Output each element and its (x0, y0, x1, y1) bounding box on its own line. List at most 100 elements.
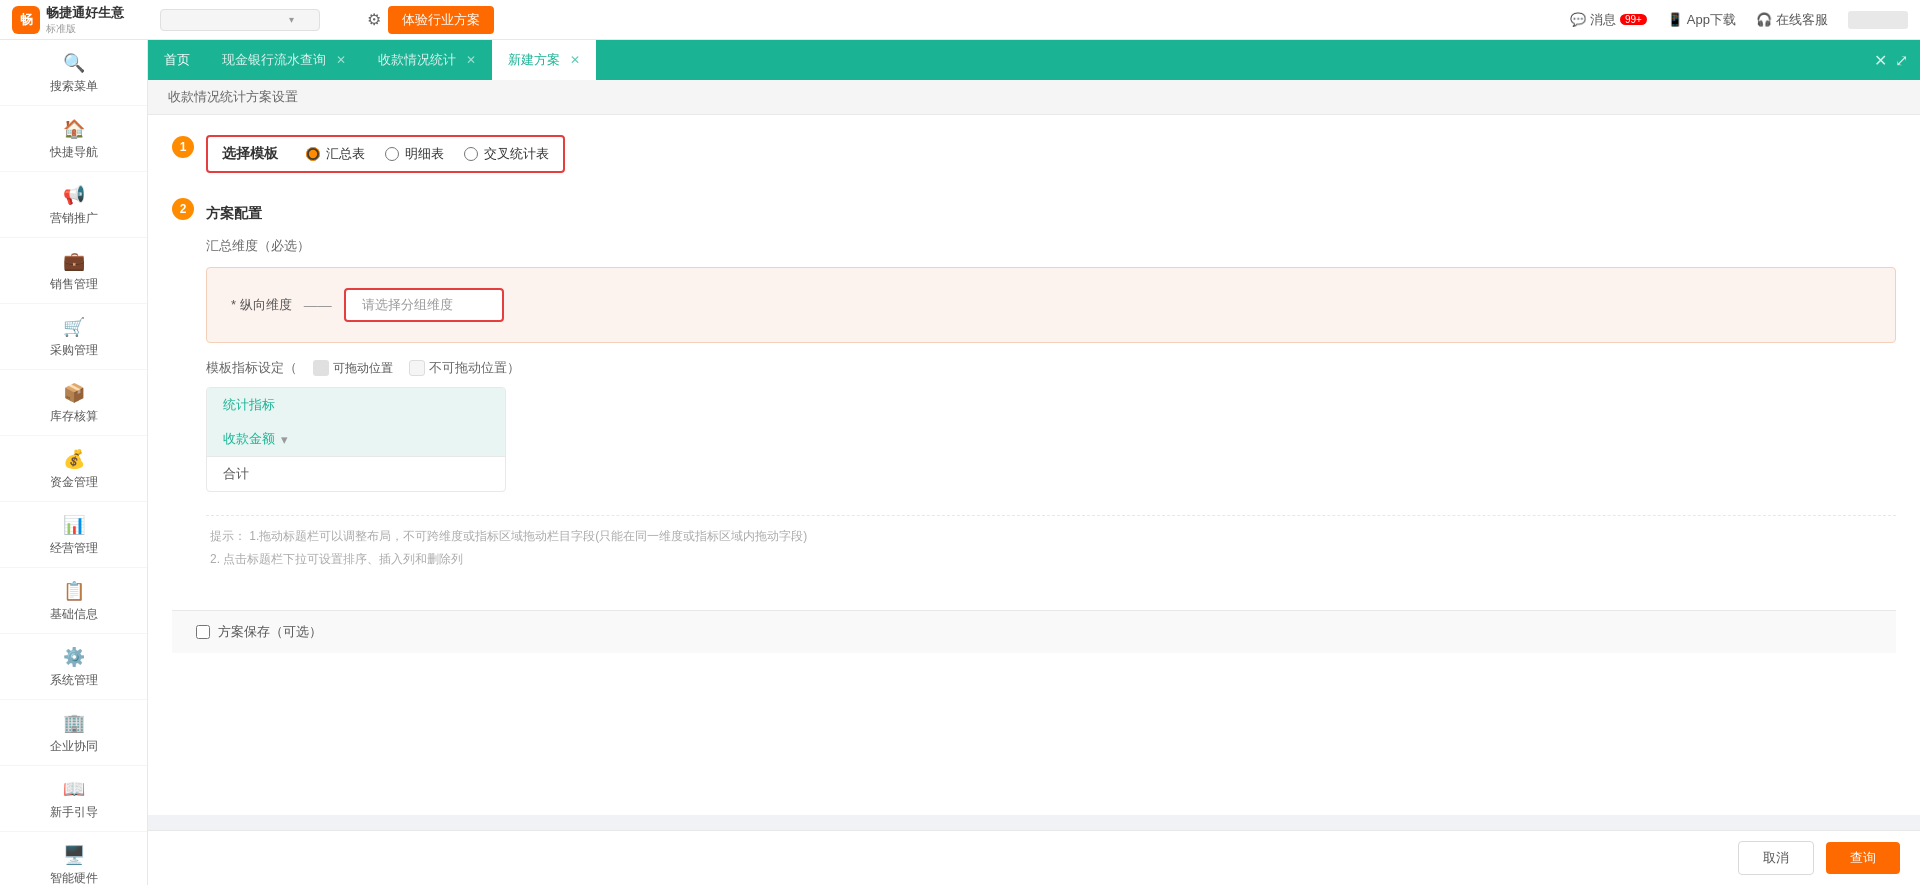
sidebar-item-inventory[interactable]: 📦 库存核算 (0, 370, 147, 436)
non-draggable-badge: 不可拖动位置） (409, 359, 520, 377)
app-edition: 标准版 (46, 22, 124, 36)
system-icon: ⚙️ (63, 646, 85, 668)
non-drag-icon (409, 360, 425, 376)
page-title-bar: 收款情况统计方案设置 (148, 80, 1920, 115)
sidebar-item-purchase[interactable]: 🛒 采购管理 (0, 304, 147, 370)
sidebar-item-quicknav[interactable]: 🏠 快捷导航 (0, 106, 147, 172)
online-service-item[interactable]: 🎧 在线客服 (1756, 11, 1828, 29)
tab-newplan[interactable]: 新建方案 ✕ (492, 40, 596, 80)
dimension-section-title: 汇总维度（必选） (206, 237, 1896, 255)
tab-cashflow[interactable]: 现金银行流水查询 ✕ (206, 40, 362, 80)
sidebar-item-enterprise[interactable]: 🏢 企业协同 (0, 700, 147, 766)
bottom-save-bar: 方案保存（可选） (172, 610, 1896, 653)
gear-button[interactable]: ⚙ (360, 6, 388, 34)
tab-home[interactable]: 首页 (148, 40, 206, 80)
radio-crosstab[interactable]: 交叉统计表 (464, 145, 549, 163)
sidebar-label-finance: 资金管理 (50, 474, 98, 491)
indicator-amount-header[interactable]: 收款金额 ▾ (207, 422, 304, 456)
sidebar-label-enterprise: 企业协同 (50, 738, 98, 755)
search-icon: 🔍 (63, 52, 85, 74)
app-download-label: App下载 (1687, 11, 1736, 29)
radio-summary-label: 汇总表 (326, 145, 365, 163)
sidebar-item-sales[interactable]: 💼 销售管理 (0, 238, 147, 304)
top-header: 畅 畅捷通好生意 标准版 ▾ ⚙ 体验行业方案 💬 消息 99+ 📱 App下载… (0, 0, 1920, 40)
amount-col-label: 收款金额 (223, 430, 275, 448)
sidebar-item-basics[interactable]: 📋 基础信息 (0, 568, 147, 634)
tab-collection[interactable]: 收款情况统计 ✕ (362, 40, 492, 80)
enterprise-icon: 🏢 (63, 712, 85, 734)
breadcrumb: 收款情况统计方案设置 (168, 89, 298, 104)
radio-detail[interactable]: 明细表 (385, 145, 444, 163)
download-icon: 📱 (1667, 12, 1683, 27)
radio-detail-input[interactable] (385, 147, 399, 161)
indicator-table-header: 统计指标 (207, 388, 505, 422)
trial-button[interactable]: 体验行业方案 (388, 6, 494, 34)
sidebar-label-operations: 经营管理 (50, 540, 98, 557)
sidebar-item-search[interactable]: 🔍 搜索菜单 (0, 40, 147, 106)
tab-fullscreen-icon[interactable]: ⤢ (1895, 51, 1908, 70)
indicator-subheader-row: 收款金额 ▾ (207, 422, 505, 456)
indicator-col-header: 统计指标 (207, 388, 291, 422)
tab-cashflow-close[interactable]: ✕ (336, 53, 346, 67)
step1-badge: 1 (172, 136, 194, 158)
sidebar-label-inventory: 库存核算 (50, 408, 98, 425)
dimension-select[interactable]: 请选择分组维度 (344, 288, 504, 322)
search-input-wrap[interactable]: ▾ (160, 9, 320, 31)
step2-content: 方案配置 汇总维度（必选） * 纵向维度 —— 请选择分组维度 (206, 205, 1896, 586)
draggable-label: 可拖动位置 (333, 360, 393, 377)
app-name: 畅捷通好生意 (46, 4, 124, 22)
sidebar-item-finance[interactable]: 💰 资金管理 (0, 436, 147, 502)
total-cell: 合计 (207, 457, 265, 491)
notifications-badge: 99+ (1620, 14, 1647, 25)
sidebar-label-marketing: 营销推广 (50, 210, 98, 227)
cancel-button[interactable]: 取消 (1738, 841, 1814, 875)
sidebar-label-hardware: 智能硬件 (50, 870, 98, 885)
radio-summary-input[interactable] (306, 147, 320, 161)
sidebar-label-system: 系统管理 (50, 672, 98, 689)
radio-crosstab-input[interactable] (464, 147, 478, 161)
save-label: 方案保存（可选） (218, 623, 322, 641)
amount-expand-icon[interactable]: ▾ (281, 432, 288, 447)
sidebar-label-search: 搜索菜单 (50, 78, 98, 95)
step2-badge: 2 (172, 198, 194, 220)
dimension-placeholder: 请选择分组维度 (362, 297, 453, 312)
step1-content: 选择模板 汇总表 明细表 (206, 135, 1896, 173)
step1-section: 1 选择模板 汇总表 明细表 (172, 135, 1896, 173)
search-dropdown-icon[interactable]: ▾ (289, 14, 294, 25)
query-button[interactable]: 查询 (1826, 842, 1900, 874)
tab-collection-close[interactable]: ✕ (466, 53, 476, 67)
non-draggable-label: 不可拖动位置） (429, 359, 520, 377)
search-input[interactable] (169, 13, 289, 27)
indicator-settings: 模板指标设定（ 可拖动位置 不可拖动位置） (206, 359, 1896, 495)
tab-collection-label: 收款情况统计 (378, 51, 456, 69)
app-download-item[interactable]: 📱 App下载 (1667, 11, 1736, 29)
sidebar-item-system[interactable]: ⚙️ 系统管理 (0, 634, 147, 700)
sidebar-item-guide[interactable]: 📖 新手引导 (0, 766, 147, 832)
logo-area: 畅 畅捷通好生意 标准版 (12, 4, 160, 36)
tab-home-label: 首页 (164, 51, 190, 69)
main-layout: 🔍 搜索菜单 🏠 快捷导航 📢 营销推广 💼 销售管理 🛒 采购管理 📦 库存核… (0, 40, 1920, 885)
page-content: 收款情况统计方案设置 1 选择模板 汇总表 (148, 80, 1920, 830)
drag-indicator-icon (313, 360, 329, 376)
tab-close-all-icon[interactable]: ✕ (1874, 51, 1887, 70)
radio-summary[interactable]: 汇总表 (306, 145, 365, 163)
tab-newplan-close[interactable]: ✕ (570, 53, 580, 67)
step2-title: 方案配置 (206, 205, 1896, 223)
operations-icon: 📊 (63, 514, 85, 536)
tip-item-1: 提示： 1.拖动标题栏可以调整布局，不可跨维度或指标区域拖动栏目字段(只能在同一… (206, 528, 1896, 545)
indicator-table: 统计指标 收款金额 ▾ (206, 387, 506, 492)
notifications-item[interactable]: 💬 消息 99+ (1570, 11, 1647, 29)
guide-icon: 📖 (63, 778, 85, 800)
sidebar-label-sales: 销售管理 (50, 276, 98, 293)
indicator-col-label: 统计指标 (223, 396, 275, 414)
bottom-action-bar: 取消 查询 (148, 830, 1920, 885)
sidebar-item-hardware[interactable]: 🖥️ 智能硬件 (0, 832, 147, 885)
hardware-icon: 🖥️ (63, 844, 85, 866)
save-checkbox[interactable] (196, 625, 210, 639)
sidebar-item-operations[interactable]: 📊 经营管理 (0, 502, 147, 568)
online-service-label: 在线客服 (1776, 11, 1828, 29)
tip-item-2: 2. 点击标题栏下拉可设置排序、插入列和删除列 (206, 551, 1896, 568)
page-main: 收款情况统计方案设置 1 选择模板 汇总表 (148, 80, 1920, 815)
sidebar-item-marketing[interactable]: 📢 营销推广 (0, 172, 147, 238)
draggable-badge: 可拖动位置 (313, 360, 393, 377)
